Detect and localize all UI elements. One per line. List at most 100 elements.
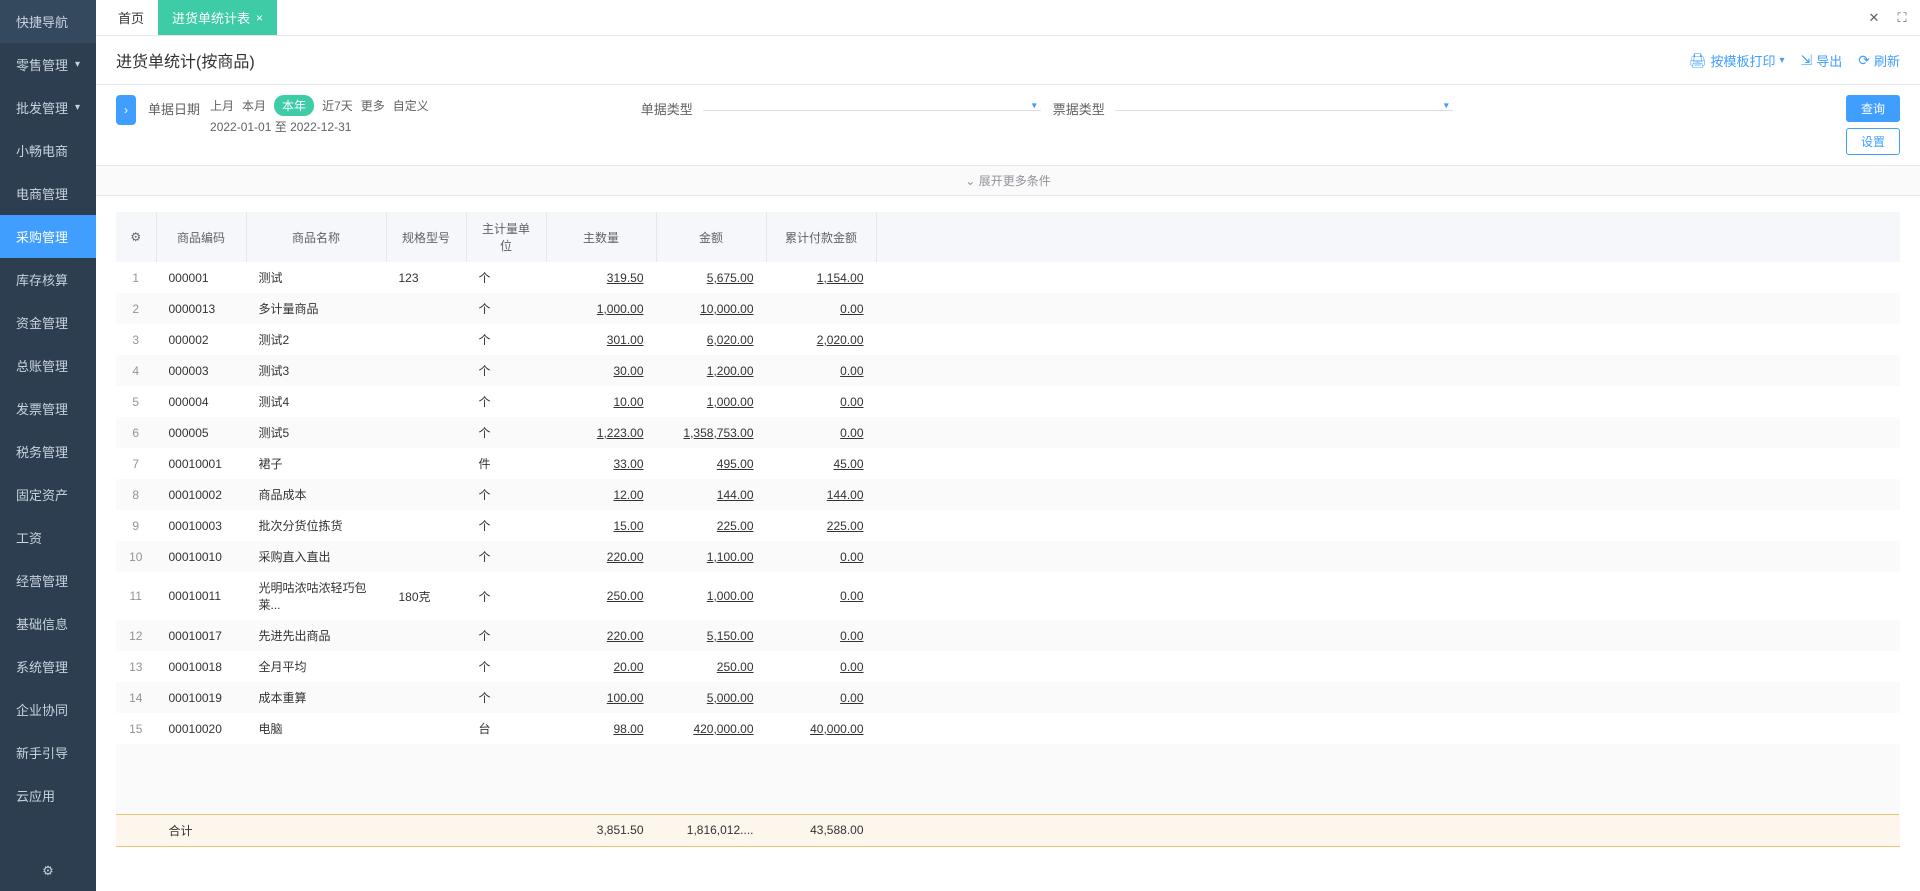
sidebar-item-11[interactable]: 固定资产 [0,473,96,516]
cell-qty[interactable]: 98.00 [546,713,656,744]
expand-sidebar-button[interactable]: › [116,95,136,125]
cell-qty[interactable]: 220.00 [546,541,656,572]
cell-qty[interactable]: 1,000.00 [546,293,656,324]
date-shortcut-3[interactable]: 近7天 [322,97,353,114]
sidebar-settings-button[interactable]: ⚙ [0,851,96,891]
cell-paid[interactable]: 2,020.00 [766,324,876,355]
sidebar-item-14[interactable]: 基础信息 [0,602,96,645]
cell-amt[interactable]: 250.00 [656,651,766,682]
sidebar-item-12[interactable]: 工资 [0,516,96,559]
cell-paid[interactable]: 1,154.00 [766,262,876,293]
sidebar-item-4[interactable]: 电商管理 [0,172,96,215]
cell-qty[interactable]: 12.00 [546,479,656,510]
cell-paid[interactable]: 0.00 [766,417,876,448]
table-row[interactable]: 6000005测试5个1,223.001,358,753.000.00 [116,417,1900,448]
doc-type-select[interactable]: ▾ [703,102,1041,111]
sidebar-item-8[interactable]: 总账管理 [0,344,96,387]
cell-paid[interactable]: 0.00 [766,355,876,386]
cell-qty[interactable]: 301.00 [546,324,656,355]
cell-amt[interactable]: 10,000.00 [656,293,766,324]
col-header-code[interactable]: 商品编码 [156,212,246,262]
table-row[interactable]: 700010001裙子件33.00495.0045.00 [116,448,1900,479]
cell-amt[interactable]: 1,200.00 [656,355,766,386]
cell-qty[interactable]: 319.50 [546,262,656,293]
cell-qty[interactable]: 15.00 [546,510,656,541]
table-row[interactable]: 900010003批次分货位拣货个15.00225.00225.00 [116,510,1900,541]
cell-paid[interactable]: 45.00 [766,448,876,479]
cell-amt[interactable]: 1,100.00 [656,541,766,572]
sidebar-item-1[interactable]: 零售管理▾ [0,43,96,86]
bill-type-select[interactable]: ▾ [1115,102,1453,111]
col-header-amt[interactable]: 金额 [656,212,766,262]
table-row[interactable]: 1400010019成本重算个100.005,000.000.00 [116,682,1900,713]
cell-paid[interactable]: 0.00 [766,293,876,324]
query-button[interactable]: 查询 [1846,95,1900,122]
sidebar-item-18[interactable]: 云应用 [0,774,96,817]
tab-purchase-stats[interactable]: 进货单统计表 × [158,0,277,35]
col-header-qty[interactable]: 主数量 [546,212,656,262]
sidebar-item-13[interactable]: 经营管理 [0,559,96,602]
date-shortcut-1[interactable]: 本月 [242,97,266,114]
cell-amt[interactable]: 1,000.00 [656,572,766,620]
sidebar-item-15[interactable]: 系统管理 [0,645,96,688]
sidebar-item-0[interactable]: 快捷导航 [0,0,96,43]
expand-filters-button[interactable]: ⌄ 展开更多条件 [96,166,1920,196]
table-row[interactable]: 4000003测试3个30.001,200.000.00 [116,355,1900,386]
fullscreen-button[interactable]: ⛶ [1892,8,1912,28]
cell-amt[interactable]: 5,000.00 [656,682,766,713]
cell-paid[interactable]: 0.00 [766,572,876,620]
sidebar-item-2[interactable]: 批发管理▾ [0,86,96,129]
cell-amt[interactable]: 144.00 [656,479,766,510]
export-button[interactable]: ⇲ 导出 [1801,51,1843,70]
close-icon[interactable]: × [256,11,263,25]
date-shortcut-5[interactable]: 自定义 [393,97,429,114]
table-settings-button[interactable]: ⚙ [116,212,156,262]
cell-amt[interactable]: 1,000.00 [656,386,766,417]
close-tabs-button[interactable]: ✕ [1864,8,1884,28]
sidebar-item-5[interactable]: 采购管理 [0,215,96,258]
table-row[interactable]: 1000010010采购直入直出个220.001,100.000.00 [116,541,1900,572]
col-header-paid[interactable]: 累计付款金额 [766,212,876,262]
table-row[interactable]: 3000002测试2个301.006,020.002,020.00 [116,324,1900,355]
cell-amt[interactable]: 5,675.00 [656,262,766,293]
cell-paid[interactable]: 144.00 [766,479,876,510]
cell-qty[interactable]: 1,223.00 [546,417,656,448]
cell-paid[interactable]: 0.00 [766,386,876,417]
cell-qty[interactable]: 20.00 [546,651,656,682]
cell-qty[interactable]: 33.00 [546,448,656,479]
print-button[interactable]: 🖨 按模板打印 ▾ [1689,51,1785,70]
tab-home[interactable]: 首页 [104,0,158,35]
sidebar-item-16[interactable]: 企业协同 [0,688,96,731]
col-header-name[interactable]: 商品名称 [246,212,386,262]
settings-button[interactable]: 设置 [1846,128,1900,155]
cell-amt[interactable]: 5,150.00 [656,620,766,651]
cell-paid[interactable]: 40,000.00 [766,713,876,744]
cell-qty[interactable]: 30.00 [546,355,656,386]
cell-paid[interactable]: 225.00 [766,510,876,541]
cell-amt[interactable]: 1,358,753.00 [656,417,766,448]
cell-amt[interactable]: 225.00 [656,510,766,541]
cell-paid[interactable]: 0.00 [766,541,876,572]
date-shortcut-4[interactable]: 更多 [361,97,385,114]
table-row[interactable]: 1500010020电脑台98.00420,000.0040,000.00 [116,713,1900,744]
table-row[interactable]: 5000004测试4个10.001,000.000.00 [116,386,1900,417]
sidebar-item-7[interactable]: 资金管理 [0,301,96,344]
cell-qty[interactable]: 250.00 [546,572,656,620]
sidebar-item-6[interactable]: 库存核算 [0,258,96,301]
cell-amt[interactable]: 6,020.00 [656,324,766,355]
table-row[interactable]: 800010002商品成本个12.00144.00144.00 [116,479,1900,510]
sidebar-item-10[interactable]: 税务管理 [0,430,96,473]
cell-amt[interactable]: 420,000.00 [656,713,766,744]
table-row[interactable]: 1300010018全月平均个20.00250.000.00 [116,651,1900,682]
col-header-spec[interactable]: 规格型号 [386,212,466,262]
table-row[interactable]: 1000001测试123个319.505,675.001,154.00 [116,262,1900,293]
cell-paid[interactable]: 0.00 [766,651,876,682]
table-row[interactable]: 1100010011光明咕浓咕浓轻巧包莱...180克个250.001,000.… [116,572,1900,620]
cell-qty[interactable]: 220.00 [546,620,656,651]
date-shortcut-2[interactable]: 本年 [274,95,314,116]
cell-paid[interactable]: 0.00 [766,682,876,713]
col-header-unit[interactable]: 主计量单位 [466,212,546,262]
cell-qty[interactable]: 10.00 [546,386,656,417]
sidebar-item-17[interactable]: 新手引导 [0,731,96,774]
table-row[interactable]: 1200010017先进先出商品个220.005,150.000.00 [116,620,1900,651]
